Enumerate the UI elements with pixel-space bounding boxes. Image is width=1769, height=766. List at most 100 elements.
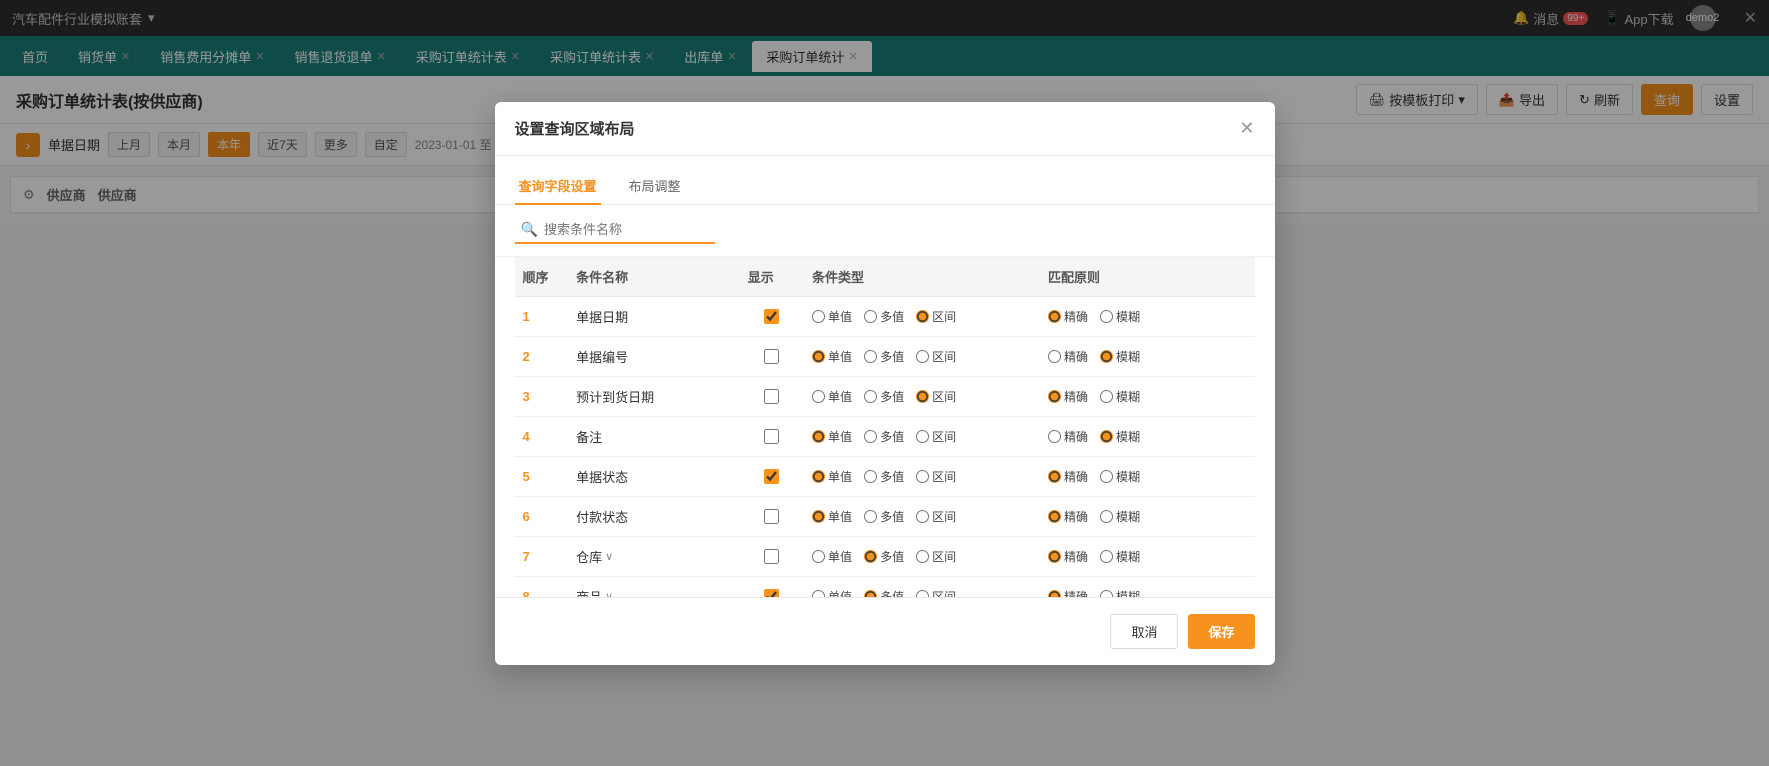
- type-range-3[interactable]: 区间: [916, 428, 956, 445]
- row-match-2: 精确模糊: [1040, 377, 1255, 417]
- match-fuzzy-0[interactable]: 模糊: [1100, 308, 1140, 325]
- cancel-button[interactable]: 取消: [1110, 614, 1178, 649]
- row-type-1: 单值多值区间: [804, 337, 1040, 377]
- type-range-1[interactable]: 区间: [916, 348, 956, 365]
- match-fuzzy-5[interactable]: 模糊: [1100, 508, 1140, 525]
- type-multi-1[interactable]: 多值: [864, 348, 904, 365]
- type-single-1[interactable]: 单值: [812, 348, 852, 365]
- row-match-1: 精确模糊: [1040, 337, 1255, 377]
- table-row: 6付款状态单值多值区间精确模糊: [515, 497, 1255, 537]
- search-input[interactable]: [544, 222, 704, 237]
- match-exact-0[interactable]: 精确: [1048, 308, 1088, 325]
- match-exact-6[interactable]: 精确: [1048, 548, 1088, 565]
- modal-header: 设置查询区域布局 ✕: [495, 102, 1275, 156]
- search-input-wrap[interactable]: 🔍: [515, 217, 715, 244]
- table-row: 1单据日期 单值多值区间 精确模糊: [515, 296, 1255, 337]
- display-checkbox-5[interactable]: [764, 509, 779, 524]
- type-single-3[interactable]: 单值: [812, 428, 852, 445]
- row-display-3: [740, 417, 804, 457]
- modal-footer: 取消 保存: [495, 597, 1275, 665]
- type-single-2[interactable]: 单值: [812, 388, 852, 405]
- match-fuzzy-1[interactable]: 模糊: [1100, 348, 1140, 365]
- display-checkbox-3[interactable]: [764, 429, 779, 444]
- row-display-1: [740, 337, 804, 377]
- tab-layout-adjust[interactable]: 布局调整: [625, 168, 685, 205]
- type-range-5[interactable]: 区间: [916, 508, 956, 525]
- row-match-3: 精确模糊: [1040, 417, 1255, 457]
- th-name: 条件名称: [568, 257, 740, 297]
- row-name-6: 仓库 ∨: [568, 537, 740, 577]
- dropdown-arrow-icon[interactable]: ∨: [605, 550, 613, 563]
- type-single-0[interactable]: 单值: [812, 308, 852, 325]
- row-type-6: 单值多值区间: [804, 537, 1040, 577]
- row-seq-2: 2: [515, 337, 569, 377]
- modal-table-wrap: 顺序 条件名称 显示 条件类型 匹配原则 1单据日期单值多值区间精确模糊2单据编…: [495, 257, 1275, 597]
- row-seq-3: 3: [515, 377, 569, 417]
- display-checkbox-1[interactable]: [764, 349, 779, 364]
- match-exact-2[interactable]: 精确: [1048, 388, 1088, 405]
- match-exact-1[interactable]: 精确: [1048, 348, 1088, 365]
- match-fuzzy-6[interactable]: 模糊: [1100, 548, 1140, 565]
- row-type-7: 单值 多值 区间: [804, 577, 1040, 597]
- display-checkbox-6[interactable]: [764, 549, 779, 564]
- th-match: 匹配原则: [1040, 257, 1255, 297]
- type-multi-6[interactable]: 多值: [864, 548, 904, 565]
- row-name-7: 商品 ∨: [568, 577, 740, 597]
- row-display-6: [740, 537, 804, 577]
- row-name-4: 单据状态: [568, 457, 740, 497]
- type-multi-2[interactable]: 多值: [864, 388, 904, 405]
- type-single-7[interactable]: 单值: [812, 588, 852, 597]
- table-row: 3预计到货日期单值多值区间精确模糊: [515, 377, 1255, 417]
- match-exact-4[interactable]: 精确: [1048, 468, 1088, 485]
- row-seq-8: 8: [515, 577, 569, 597]
- type-range-4[interactable]: 区间: [916, 468, 956, 485]
- type-single-6[interactable]: 单值: [812, 548, 852, 565]
- display-checkbox-2[interactable]: [764, 389, 779, 404]
- tab-field-settings[interactable]: 查询字段设置: [515, 168, 601, 205]
- row-seq-1: 1: [515, 296, 569, 337]
- display-checkbox-7[interactable]: [764, 589, 779, 597]
- row-match-7: 精确 模糊: [1040, 577, 1255, 597]
- th-display: 显示: [740, 257, 804, 297]
- row-display-5: [740, 497, 804, 537]
- row-match-4: 精确模糊: [1040, 457, 1255, 497]
- type-range-7[interactable]: 区间: [916, 588, 956, 597]
- row-seq-5: 5: [515, 457, 569, 497]
- row-match-5: 精确模糊: [1040, 497, 1255, 537]
- match-fuzzy-2[interactable]: 模糊: [1100, 388, 1140, 405]
- type-range-6[interactable]: 区间: [916, 548, 956, 565]
- type-range-2[interactable]: 区间: [916, 388, 956, 405]
- search-icon: 🔍: [521, 221, 538, 238]
- modal-close-button[interactable]: ✕: [1239, 118, 1254, 139]
- row-type-3: 单值多值区间: [804, 417, 1040, 457]
- display-checkbox-0[interactable]: [764, 309, 779, 324]
- table-row: 8商品 ∨ 单值 多值 区间 精确 模糊: [515, 577, 1255, 597]
- table-row: 7仓库 ∨单值多值区间精确模糊: [515, 537, 1255, 577]
- match-fuzzy-3[interactable]: 模糊: [1100, 428, 1140, 445]
- dropdown-arrow-icon[interactable]: ∨: [605, 590, 613, 597]
- type-single-5[interactable]: 单值: [812, 508, 852, 525]
- type-multi-5[interactable]: 多值: [864, 508, 904, 525]
- modal-search-area: 🔍: [495, 205, 1275, 257]
- match-fuzzy-7[interactable]: 模糊: [1100, 588, 1140, 597]
- type-multi-3[interactable]: 多值: [864, 428, 904, 445]
- type-multi-0[interactable]: 多值: [864, 308, 904, 325]
- row-match-0: 精确模糊: [1040, 296, 1255, 337]
- row-type-2: 单值多值区间: [804, 377, 1040, 417]
- type-multi-4[interactable]: 多值: [864, 468, 904, 485]
- row-seq-7: 7: [515, 537, 569, 577]
- row-display-7: [740, 577, 804, 597]
- display-checkbox-4[interactable]: [764, 469, 779, 484]
- type-multi-7[interactable]: 多值: [864, 588, 904, 597]
- match-fuzzy-4[interactable]: 模糊: [1100, 468, 1140, 485]
- match-exact-5[interactable]: 精确: [1048, 508, 1088, 525]
- save-button[interactable]: 保存: [1188, 614, 1254, 649]
- row-name-0: 单据日期: [568, 297, 740, 337]
- modal-tabs: 查询字段设置 布局调整: [495, 156, 1275, 205]
- type-single-4[interactable]: 单值: [812, 468, 852, 485]
- row-display-0: [740, 296, 804, 337]
- row-match-6: 精确模糊: [1040, 537, 1255, 577]
- type-range-0[interactable]: 区间: [916, 308, 956, 325]
- match-exact-3[interactable]: 精确: [1048, 428, 1088, 445]
- match-exact-7[interactable]: 精确: [1048, 588, 1088, 597]
